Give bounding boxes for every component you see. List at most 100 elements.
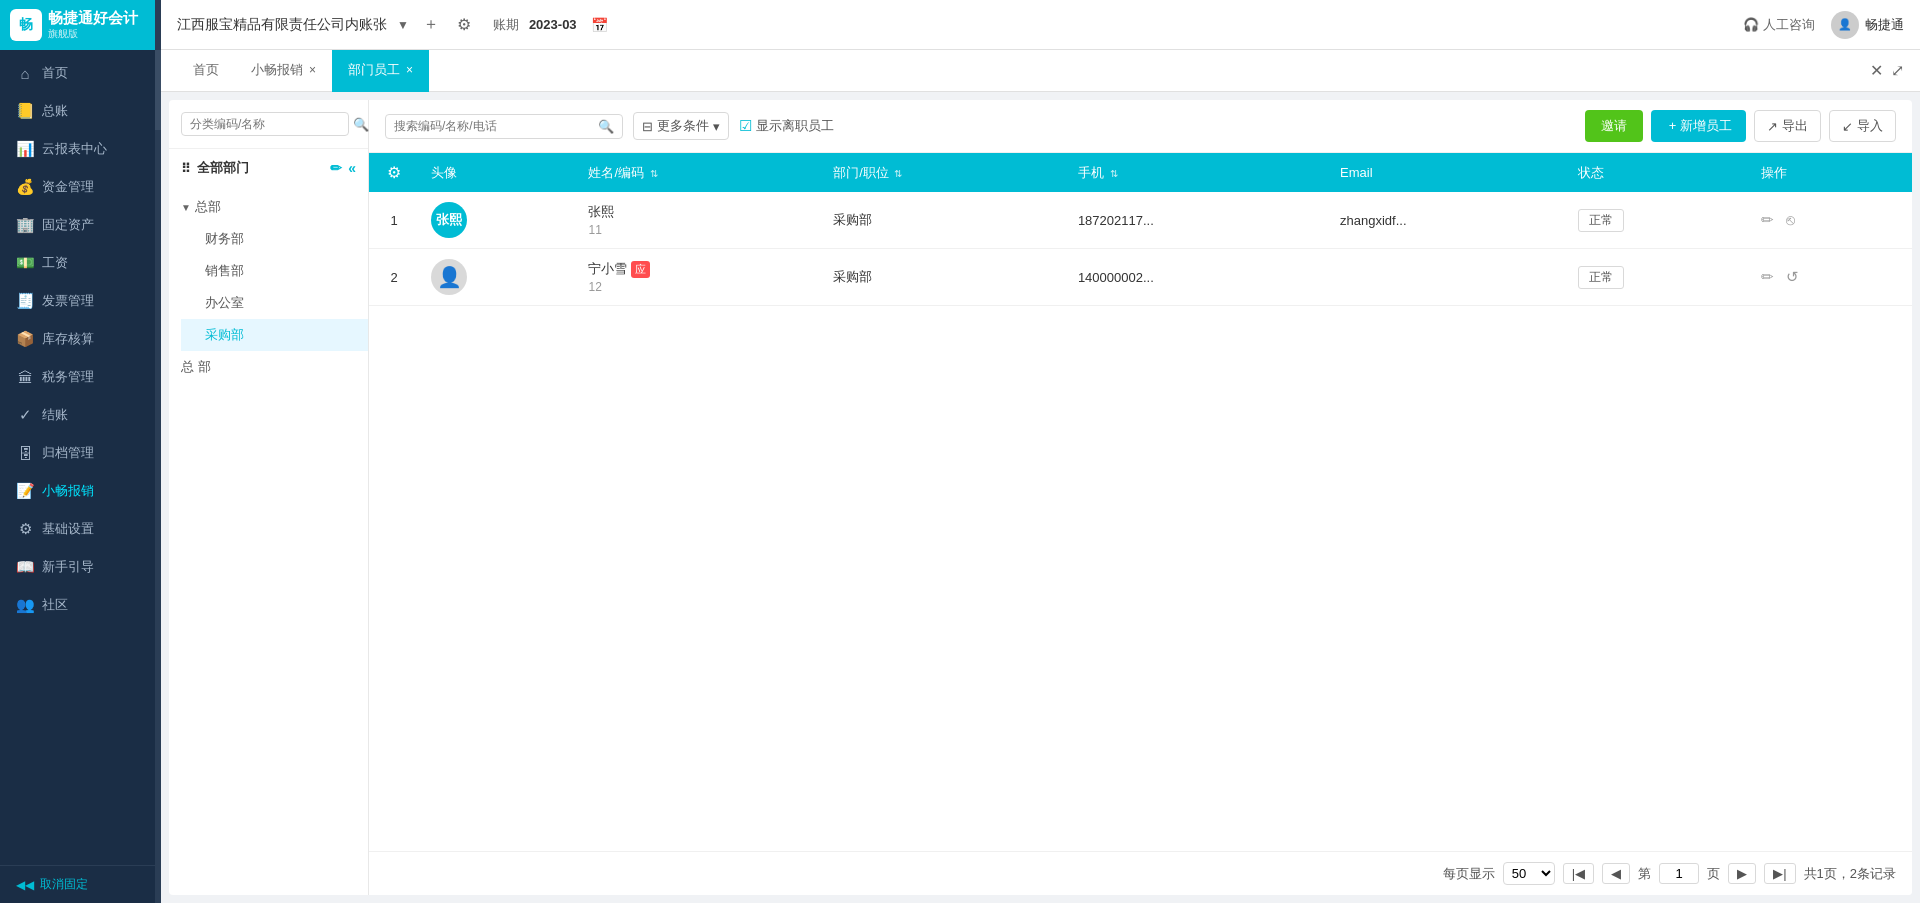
table-footer: 每页显示 50 100 200 |◀ ◀ 第 页 ▶ ▶| 共1页，2条记录	[369, 851, 1912, 895]
col-phone[interactable]: 手机 ⇅	[1066, 153, 1328, 192]
row-status: 正常	[1566, 192, 1750, 249]
sidebar-item-checkout[interactable]: ✓ 结账	[0, 396, 155, 434]
row-status: 正常	[1566, 249, 1750, 306]
tab-close-icon[interactable]: ×	[309, 63, 316, 77]
col-dept-position[interactable]: 部门/职位 ⇅	[821, 153, 1066, 192]
reports-icon: 📊	[16, 140, 34, 158]
fund-icon: 💰	[16, 178, 34, 196]
logo-text-area: 畅捷通好会计 旗舰版	[48, 9, 138, 41]
sidebar-item-inventory[interactable]: 📦 库存核算	[0, 320, 155, 358]
export-button[interactable]: ↗ 导出	[1754, 110, 1821, 142]
dept-edit-icon[interactable]: ✏	[330, 160, 342, 176]
edit-icon[interactable]: ✏	[1761, 211, 1774, 229]
calendar-icon[interactable]: 📅	[591, 17, 608, 33]
company-name[interactable]: 江西服宝精品有限责任公司内账张	[177, 16, 387, 34]
add-employee-button[interactable]: + 新增员工	[1651, 110, 1746, 142]
employee-search-wrap: 🔍	[385, 114, 623, 139]
sidebar-item-fund-management[interactable]: 💰 资金管理	[0, 168, 155, 206]
edit-icon[interactable]: ✏	[1761, 268, 1774, 286]
employee-code: 11	[588, 223, 809, 237]
more-filters-button[interactable]: ⊟ 更多条件 ▾	[633, 112, 729, 140]
logo-title: 畅捷通好会计	[48, 9, 138, 27]
logout-icon[interactable]: ⎋	[1786, 211, 1795, 229]
dept-search-input[interactable]	[181, 112, 349, 136]
employee-toolbar: 🔍 ⊟ 更多条件 ▾ ☑ 显示离职员工 邀请 + 新增员工	[369, 100, 1912, 153]
archive-icon: 🗄	[16, 445, 34, 462]
sidebar-item-label: 发票管理	[42, 292, 94, 310]
sidebar-item-archive[interactable]: 🗄 归档管理	[0, 434, 155, 472]
sidebar-item-home[interactable]: ⌂ 首页	[0, 54, 155, 92]
dept-item-purchasing[interactable]: 采购部	[181, 319, 368, 351]
dept-item-general-hq[interactable]: 总 部	[169, 351, 368, 383]
show-resigned-toggle[interactable]: ☑ 显示离职员工	[739, 117, 834, 135]
import-label: 导入	[1857, 117, 1883, 135]
company-dropdown-icon[interactable]: ▼	[397, 18, 409, 32]
employee-tag: 应	[631, 261, 650, 278]
action-icons: ✏ ↺	[1761, 268, 1900, 286]
add-tab-button[interactable]: ＋	[419, 14, 443, 35]
sidebar-nav: ⌂ 首页 📒 总账 📊 云报表中心 💰 资金管理 🏢 固定资产 💵 工资 🧾 发…	[0, 50, 155, 865]
sidebar-unpin-button[interactable]: ◀◀ 取消固定	[0, 865, 155, 903]
period-value[interactable]: 2023-03	[529, 17, 577, 32]
col-name-code[interactable]: 姓名/编码 ⇅	[576, 153, 821, 192]
sidebar-item-fixed-assets[interactable]: 🏢 固定资产	[0, 206, 155, 244]
last-page-button[interactable]: ▶|	[1764, 863, 1795, 884]
page-unit-label: 页	[1707, 865, 1720, 883]
page-size-label: 每页显示	[1443, 865, 1495, 883]
next-page-button[interactable]: ▶	[1728, 863, 1756, 884]
name-code-cell: 宁小雪 应 12	[588, 260, 809, 294]
employee-search-input[interactable]	[394, 119, 594, 133]
settings-button[interactable]: ⚙	[453, 15, 475, 34]
col-action: 操作	[1749, 153, 1912, 192]
tab-close-icon[interactable]: ×	[406, 63, 413, 77]
prev-page-button[interactable]: ◀	[1602, 863, 1630, 884]
import-button[interactable]: ↙ 导入	[1829, 110, 1896, 142]
sidebar-item-tax[interactable]: 🏛 税务管理	[0, 358, 155, 396]
dept-item-finance[interactable]: 财务部	[181, 223, 368, 255]
dept-item-office[interactable]: 办公室	[181, 287, 368, 319]
sidebar-item-expense[interactable]: 📝 小畅报销	[0, 472, 155, 510]
employee-name: 张熙	[588, 203, 809, 221]
page-size-select[interactable]: 50 100 200	[1503, 862, 1555, 885]
invite-button[interactable]: 邀请	[1585, 110, 1643, 142]
row-avatar: 张熙	[419, 192, 576, 249]
employee-data-table: ⚙ 头像 姓名/编码 ⇅ 部门/职位 ⇅	[369, 153, 1912, 306]
filter-icon: ⊟	[642, 119, 653, 134]
sidebar-scroll-thumb	[155, 50, 161, 130]
sidebar-item-community[interactable]: 👥 社区	[0, 586, 155, 624]
dept-item-headquarters[interactable]: ▼ 总部	[169, 191, 368, 223]
sidebar-item-payroll[interactable]: 💵 工资	[0, 244, 155, 282]
page-input[interactable]	[1659, 863, 1699, 884]
period-label: 账期	[493, 16, 519, 34]
refresh-icon[interactable]: ↺	[1786, 268, 1799, 286]
community-icon: 👥	[16, 596, 34, 614]
dept-collapse-icon[interactable]: «	[348, 160, 356, 176]
user-area[interactable]: 👤 畅捷通	[1831, 11, 1904, 39]
first-page-button[interactable]: |◀	[1563, 863, 1594, 884]
sidebar-item-cloud-reports[interactable]: 📊 云报表中心	[0, 130, 155, 168]
col-settings[interactable]: ⚙	[369, 153, 419, 192]
row-email	[1328, 249, 1566, 306]
employee-search-icon[interactable]: 🔍	[598, 119, 614, 134]
sidebar-item-label: 资金管理	[42, 178, 94, 196]
sidebar-item-invoice[interactable]: 🧾 发票管理	[0, 282, 155, 320]
expand-tab-action[interactable]: ⤢	[1891, 61, 1904, 80]
ledger-icon: 📒	[16, 102, 34, 120]
tab-home[interactable]: 首页	[177, 50, 235, 92]
close-tab-action[interactable]: ✕	[1870, 61, 1883, 80]
sidebar-item-guide[interactable]: 📖 新手引导	[0, 548, 155, 586]
tab-expense[interactable]: 小畅报销 ×	[235, 50, 332, 92]
sidebar-item-label: 工资	[42, 254, 68, 272]
headset-icon: 🎧	[1743, 17, 1759, 32]
support-button[interactable]: 🎧 人工咨询	[1743, 16, 1815, 34]
support-label: 人工咨询	[1763, 16, 1815, 34]
row-avatar: 👤	[419, 249, 576, 306]
logo-subtitle: 旗舰版	[48, 27, 138, 41]
dept-search-icon[interactable]: 🔍	[353, 117, 369, 132]
all-departments-header[interactable]: ⠿ 全部部门 ✏ «	[169, 149, 368, 187]
table-settings-icon[interactable]: ⚙	[387, 164, 401, 181]
sidebar-item-general-ledger[interactable]: 📒 总账	[0, 92, 155, 130]
sidebar-item-settings[interactable]: ⚙ 基础设置	[0, 510, 155, 548]
dept-item-sales[interactable]: 销售部	[181, 255, 368, 287]
tab-department[interactable]: 部门员工 ×	[332, 50, 429, 92]
